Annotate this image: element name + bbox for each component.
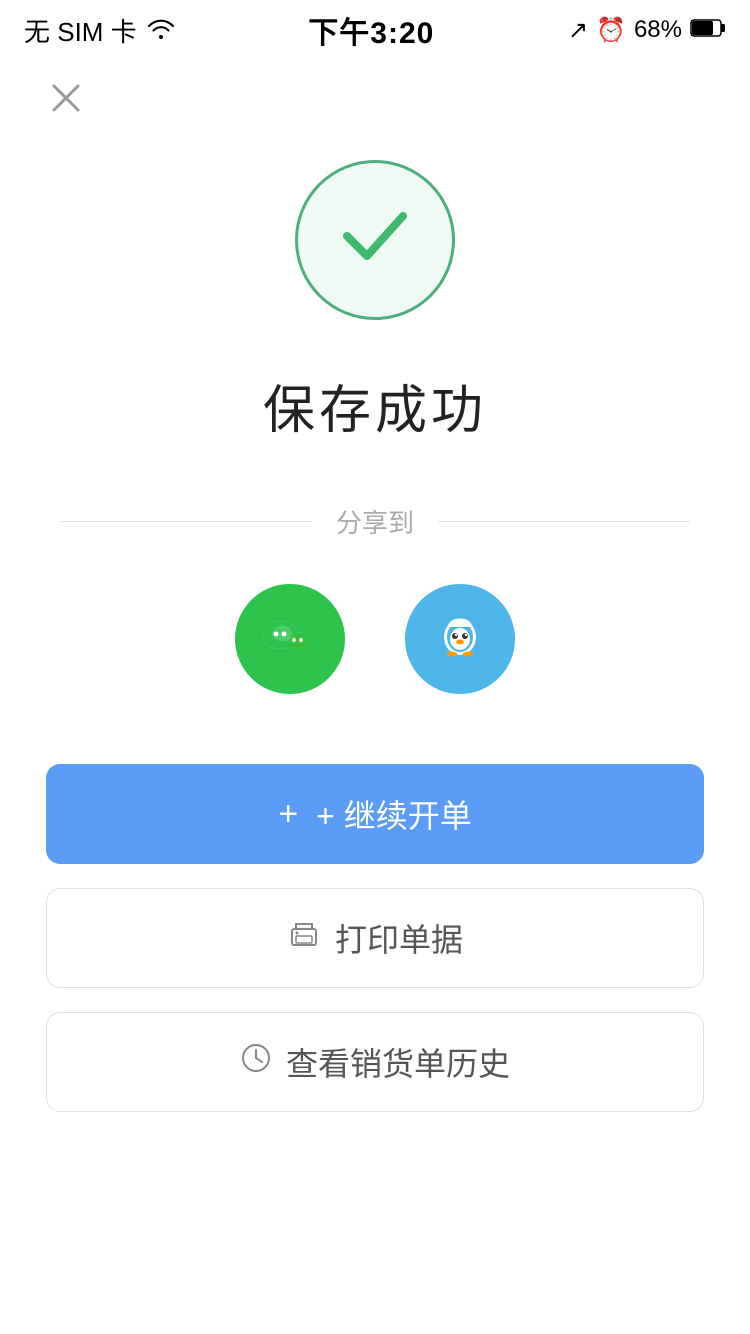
status-bar: 无 SIM 卡 下午3:20 ↗ ⏰ 68% [0, 0, 750, 60]
buttons-area: + + 继续开单 打印单据 查看销货单历史 [0, 764, 750, 1112]
wechat-share-button[interactable] [235, 584, 345, 694]
status-left: 无 SIM 卡 [24, 12, 175, 49]
battery-icon [690, 16, 726, 44]
success-title: 保存成功 [263, 368, 487, 443]
continue-label: + 继续开单 [316, 791, 472, 837]
qq-share-button[interactable] [405, 584, 515, 694]
share-label: 分享到 [336, 503, 414, 540]
alarm-icon: ⏰ [596, 16, 626, 45]
print-label: 打印单据 [335, 915, 463, 961]
history-label: 查看销货单历史 [286, 1039, 510, 1085]
wechat-icon [258, 607, 322, 671]
location-icon: ↗ [568, 16, 588, 45]
continue-icon: + [278, 795, 298, 834]
qq-icon [428, 607, 492, 671]
status-time: 下午3:20 [308, 8, 434, 52]
share-icons [235, 584, 515, 694]
success-circle [295, 160, 455, 320]
battery-percent: 68% [634, 16, 682, 44]
close-button[interactable] [40, 72, 92, 124]
status-right: ↗ ⏰ 68% [568, 16, 726, 45]
main-content: 保存成功 分享到 [0, 60, 750, 1112]
divider-right [438, 521, 690, 522]
check-icon [335, 194, 415, 287]
history-button[interactable]: 查看销货单历史 [46, 1012, 704, 1112]
wifi-icon [147, 15, 175, 46]
print-button[interactable]: 打印单据 [46, 888, 704, 988]
divider-row: 分享到 [0, 503, 750, 540]
history-icon [240, 1042, 272, 1082]
divider-left [60, 521, 312, 522]
print-icon [287, 919, 321, 957]
continue-button[interactable]: + + 继续开单 [46, 764, 704, 864]
sim-text: 无 SIM 卡 [24, 12, 137, 49]
